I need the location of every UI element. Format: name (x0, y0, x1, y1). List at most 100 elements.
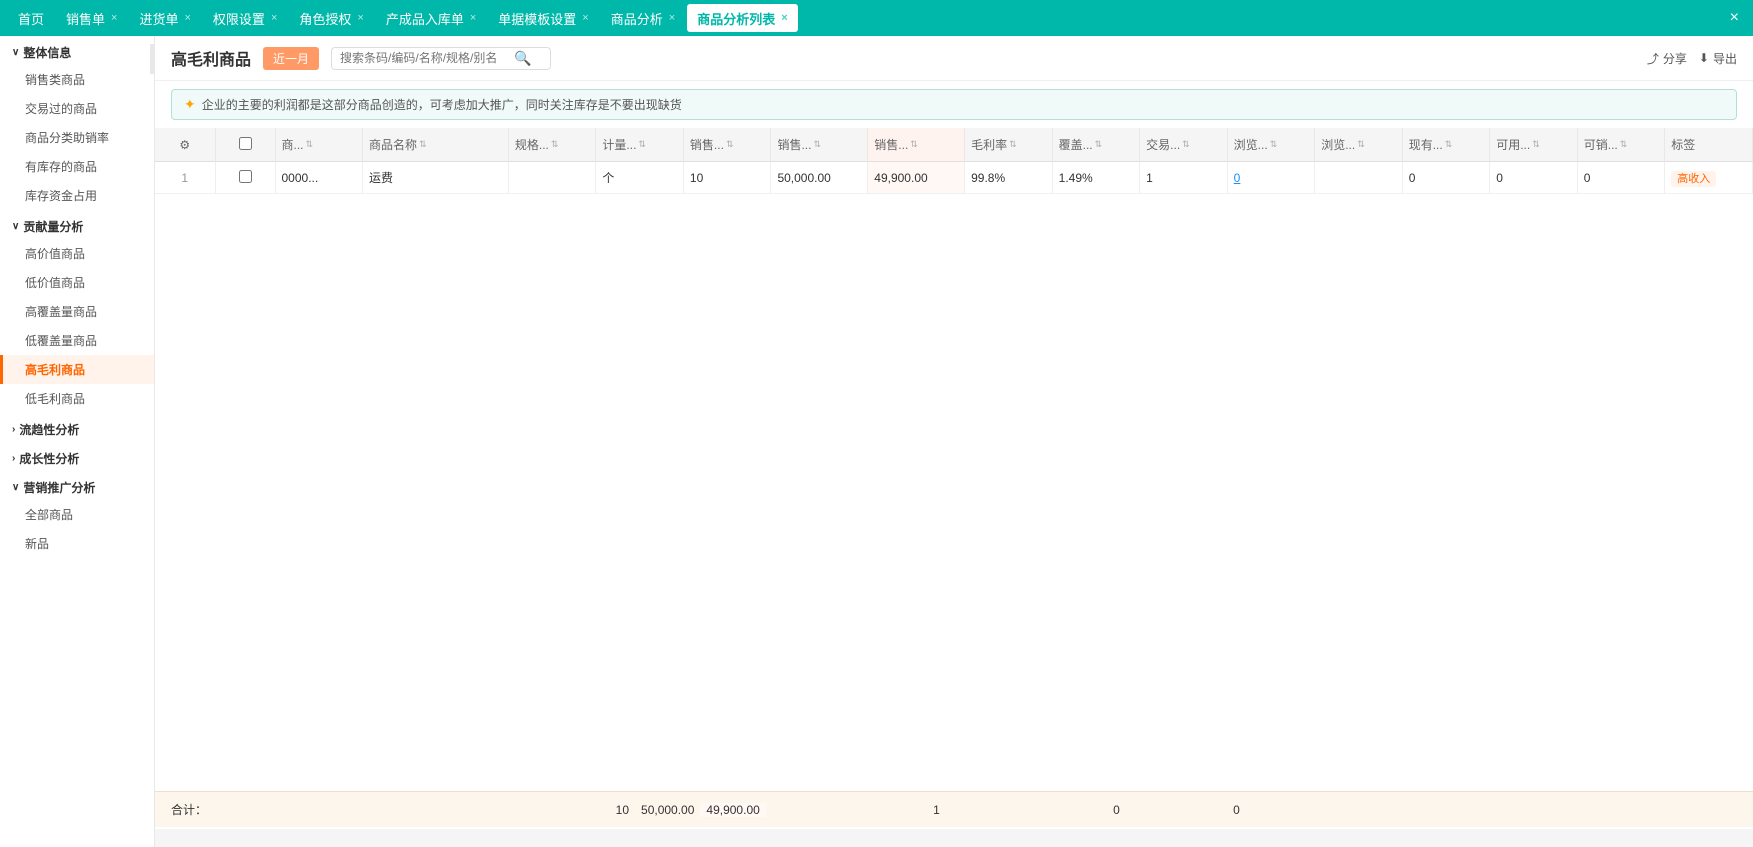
info-banner: ✦ 企业的主要的利润都是这部分商品创造的，可考虑加大推广，同时关注库存是不要出现… (171, 89, 1737, 120)
nav-close-sales[interactable]: × (111, 12, 117, 24)
filter-recent-month-button[interactable]: 近一月 (263, 47, 319, 70)
col-stock-avail[interactable]: 可用... ⇅ (1490, 128, 1578, 162)
settings-icon[interactable]: ⚙ (179, 138, 190, 152)
sidebar-item-high-margin[interactable]: 高毛利商品 (0, 355, 154, 384)
col-profit-rate[interactable]: 毛利率 ⇅ (965, 128, 1053, 162)
sidebar-group-growth[interactable]: › 成长性分析 (0, 442, 154, 471)
sidebar-item-new-goods[interactable]: 新品 (0, 529, 154, 558)
col-tag: 标签 (1665, 128, 1753, 162)
cell-sale-qty: 10 (683, 162, 771, 194)
col-stock-now[interactable]: 现有... ⇅ (1402, 128, 1490, 162)
header-actions: ⤴ 分享 ⬇ 导出 (1647, 50, 1737, 67)
sort-coverage-icon[interactable]: ⇅ (1095, 139, 1103, 150)
content-area: 高毛利商品 近一月 🔍 ⤴ 分享 ⬇ 导出 ✦ 企业的主要的利润都是这部分商品创… (155, 36, 1753, 847)
footer-stock-sale: 0 (1186, 803, 1246, 817)
col-browse1[interactable]: 浏览... ⇅ (1227, 128, 1315, 162)
col-code[interactable]: 商... ⇅ (275, 128, 363, 162)
nav-close-purchase[interactable]: × (184, 12, 190, 24)
tag-badge: 高收入 (1671, 171, 1716, 187)
search-icon[interactable]: 🔍 (514, 50, 531, 67)
col-stock-sale[interactable]: 可销... ⇅ (1577, 128, 1665, 162)
sidebar-item-traded-goods[interactable]: 交易过的商品 (0, 94, 154, 123)
sidebar-collapse-button[interactable]: « (150, 44, 155, 74)
cell-row-num: 1 (155, 162, 215, 194)
sort-sale-amount-icon[interactable]: ⇅ (813, 139, 821, 150)
nav-permission[interactable]: 权限设置 × (203, 4, 287, 32)
cell-checkbox (215, 162, 275, 194)
export-button[interactable]: ⬇ 导出 (1699, 50, 1737, 67)
footer-sale-qty: 10 (575, 803, 635, 817)
search-input[interactable] (340, 51, 510, 65)
sort-spec-icon[interactable]: ⇅ (551, 139, 559, 150)
col-coverage[interactable]: 覆盖... ⇅ (1052, 128, 1140, 162)
window-close-button[interactable]: × (1724, 9, 1745, 27)
sort-stock-sale-icon[interactable]: ⇅ (1620, 139, 1628, 150)
sidebar-item-all-goods[interactable]: 全部商品 (0, 500, 154, 529)
cell-stock-avail: 0 (1490, 162, 1578, 194)
col-transaction[interactable]: 交易... ⇅ (1140, 128, 1228, 162)
nav-template[interactable]: 单据模板设置 × (488, 4, 598, 32)
share-button[interactable]: ⤴ 分享 (1647, 50, 1687, 67)
footer-transaction: 1 (886, 803, 946, 817)
col-sale-qty[interactable]: 销售... ⇅ (683, 128, 771, 162)
sidebar-item-high-value[interactable]: 高价值商品 (0, 239, 154, 268)
sidebar-item-low-margin[interactable]: 低毛利商品 (0, 384, 154, 413)
nav-purchase[interactable]: 进货单 × (129, 4, 200, 32)
sort-sale-qty-icon[interactable]: ⇅ (726, 139, 734, 150)
nav-close-template[interactable]: × (582, 12, 588, 24)
sort-sale-profit-icon[interactable]: ⇅ (910, 139, 918, 150)
sidebar-group-overall[interactable]: ∨ 整体信息 (0, 36, 154, 65)
col-sale-amount[interactable]: 销售... ⇅ (771, 128, 868, 162)
footer-sale-amount: 50,000.00 (635, 803, 700, 817)
page-title: 高毛利商品 (171, 46, 251, 70)
sort-browse2-icon[interactable]: ⇅ (1357, 139, 1365, 150)
sidebar: « ∨ 整体信息 销售类商品 交易过的商品 商品分类助销率 有库存的商品 库存资… (0, 36, 155, 847)
sidebar-group-trend[interactable]: › 流趋性分析 (0, 413, 154, 442)
sidebar-item-in-stock-goods[interactable]: 有库存的商品 (0, 152, 154, 181)
col-unit[interactable]: 计量... ⇅ (596, 128, 684, 162)
nav-close-permission[interactable]: × (271, 12, 277, 24)
sidebar-item-low-coverage[interactable]: 低覆盖量商品 (0, 326, 154, 355)
col-spec[interactable]: 规格... ⇅ (508, 128, 596, 162)
nav-close-product-analysis-list[interactable]: × (781, 12, 787, 24)
sort-stock-avail-icon[interactable]: ⇅ (1532, 139, 1540, 150)
sort-transaction-icon[interactable]: ⇅ (1182, 139, 1190, 150)
cell-name: 运费 (363, 162, 509, 194)
sort-name-icon[interactable]: ⇅ (419, 139, 427, 150)
nav-product-inbound[interactable]: 产成品入库单 × (376, 4, 486, 32)
select-all-checkbox[interactable] (239, 137, 252, 150)
sidebar-item-category-rate[interactable]: 商品分类助销率 (0, 123, 154, 152)
horizontal-scrollbar[interactable] (155, 829, 1753, 847)
sort-code-icon[interactable]: ⇅ (306, 139, 314, 150)
row-checkbox[interactable] (239, 170, 252, 183)
sort-browse1-icon[interactable]: ⇅ (1270, 139, 1278, 150)
group-arrow-contribution: ∨ (12, 221, 19, 232)
col-settings[interactable]: ⚙ (155, 128, 215, 162)
sort-stock-now-icon[interactable]: ⇅ (1445, 139, 1453, 150)
cell-stock-now: 0 (1402, 162, 1490, 194)
sort-profit-rate-icon[interactable]: ⇅ (1009, 139, 1017, 150)
col-sale-profit[interactable]: 销售... ⇅ (868, 128, 965, 162)
cell-transaction: 1 (1140, 162, 1228, 194)
col-name[interactable]: 商品名称 ⇅ (363, 128, 509, 162)
nav-close-product-analysis[interactable]: × (669, 12, 675, 24)
nav-close-product-inbound[interactable]: × (470, 12, 476, 24)
sort-unit-icon[interactable]: ⇅ (638, 139, 646, 150)
nav-product-analysis-list[interactable]: 商品分析列表 × (687, 4, 797, 32)
sidebar-item-high-coverage[interactable]: 高覆盖量商品 (0, 297, 154, 326)
main-layout: « ∨ 整体信息 销售类商品 交易过的商品 商品分类助销率 有库存的商品 库存资… (0, 36, 1753, 847)
cell-unit: 个 (596, 162, 684, 194)
nav-home[interactable]: 首页 (8, 4, 54, 32)
nav-product-analysis[interactable]: 商品分析 × (601, 4, 685, 32)
nav-sales-order[interactable]: 销售单 × (56, 4, 127, 32)
cell-profit-rate: 99.8% (965, 162, 1053, 194)
col-browse2[interactable]: 浏览... ⇅ (1315, 128, 1403, 162)
nav-close-role[interactable]: × (357, 12, 363, 24)
sidebar-item-stock-fund[interactable]: 库存资金占用 (0, 181, 154, 210)
nav-role[interactable]: 角色授权 × (289, 4, 373, 32)
sidebar-group-marketing[interactable]: ∨ 营销推广分析 (0, 471, 154, 500)
cell-browse1[interactable]: 0 (1227, 162, 1315, 194)
sidebar-group-contribution[interactable]: ∨ 贡献量分析 (0, 210, 154, 239)
sidebar-item-low-value[interactable]: 低价值商品 (0, 268, 154, 297)
sidebar-item-sales-goods[interactable]: 销售类商品 (0, 65, 154, 94)
